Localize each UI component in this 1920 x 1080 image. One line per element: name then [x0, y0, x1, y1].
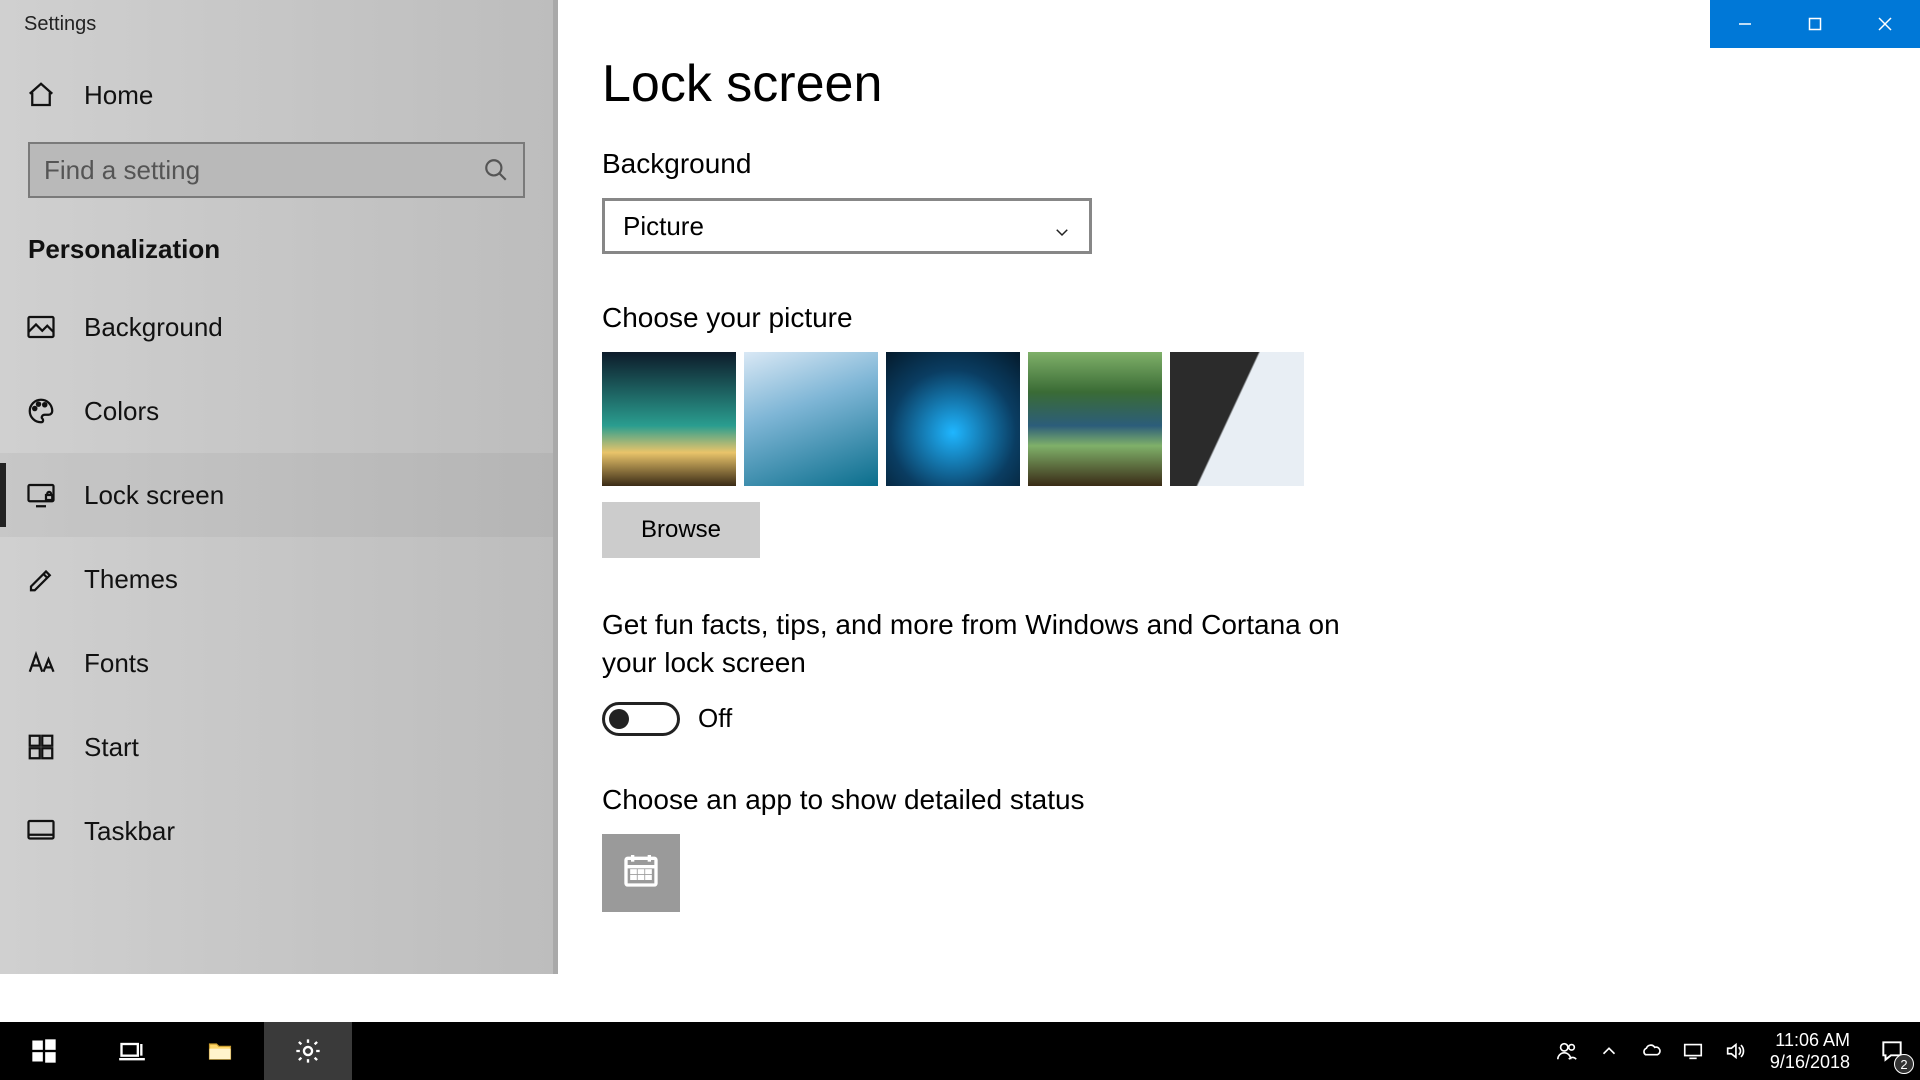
onedrive-tray-icon[interactable]: [1630, 1022, 1672, 1080]
sidebar-item-label: Taskbar: [84, 816, 175, 847]
sidebar-item-background[interactable]: Background: [0, 285, 553, 369]
background-label: Background: [602, 148, 1920, 180]
taskbar-icon: [26, 816, 56, 846]
paint-icon: [26, 564, 56, 594]
volume-tray-icon[interactable]: [1714, 1022, 1756, 1080]
detailed-status-app-tile[interactable]: [602, 834, 680, 912]
sidebar-item-taskbar[interactable]: Taskbar: [0, 789, 553, 873]
sidebar-item-label: Lock screen: [84, 480, 224, 511]
sidebar-item-label: Start: [84, 732, 139, 763]
sidebar-home[interactable]: Home: [0, 56, 553, 134]
sidebar-home-label: Home: [84, 80, 153, 111]
sidebar: Home Personalization Background: [0, 0, 558, 974]
picture-thumbnail[interactable]: [1170, 352, 1304, 486]
sidebar-item-label: Fonts: [84, 648, 149, 679]
lock-monitor-icon: [26, 480, 56, 510]
start-button[interactable]: [0, 1022, 88, 1080]
home-icon: [26, 80, 56, 110]
search-input[interactable]: [44, 155, 483, 186]
taskbar-time: 11:06 AM: [1770, 1029, 1850, 1052]
calendar-icon: [621, 850, 661, 895]
page-title: Lock screen: [602, 54, 1920, 114]
sidebar-item-label: Background: [84, 312, 223, 343]
tray-chevron-icon[interactable]: [1588, 1022, 1630, 1080]
picture-thumbnail[interactable]: [1028, 352, 1162, 486]
display-tray-icon[interactable]: [1672, 1022, 1714, 1080]
picture-thumbnail[interactable]: [602, 352, 736, 486]
image-icon: [26, 312, 56, 342]
taskbar-clock[interactable]: 11:06 AM 9/16/2018: [1756, 1029, 1864, 1074]
people-tray-icon[interactable]: [1546, 1022, 1588, 1080]
sidebar-item-label: Colors: [84, 396, 159, 427]
sidebar-item-colors[interactable]: Colors: [0, 369, 553, 453]
palette-icon: [26, 396, 56, 426]
notification-badge: 2: [1894, 1054, 1914, 1074]
background-dropdown[interactable]: Picture: [602, 198, 1092, 254]
chevron-down-icon: [1053, 217, 1071, 235]
sidebar-item-label: Themes: [84, 564, 178, 595]
file-explorer-button[interactable]: [176, 1022, 264, 1080]
fonts-icon: [26, 648, 56, 678]
picture-thumbnail[interactable]: [886, 352, 1020, 486]
picture-thumbnail[interactable]: [744, 352, 878, 486]
window-title: Settings: [0, 13, 96, 36]
maximize-button[interactable]: [1780, 0, 1850, 48]
minimize-button[interactable]: [1710, 0, 1780, 48]
titlebar: Settings: [0, 0, 1920, 48]
sidebar-item-fonts[interactable]: Fonts: [0, 621, 553, 705]
close-button[interactable]: [1850, 0, 1920, 48]
fun-facts-state: Off: [698, 703, 732, 734]
choose-picture-label: Choose your picture: [602, 302, 1920, 334]
fun-facts-label: Get fun facts, tips, and more from Windo…: [602, 606, 1382, 682]
action-center-button[interactable]: 2: [1864, 1022, 1920, 1080]
taskbar-date: 9/16/2018: [1770, 1051, 1850, 1074]
taskview-button[interactable]: [88, 1022, 176, 1080]
browse-button[interactable]: Browse: [602, 502, 760, 558]
sidebar-item-lock-screen[interactable]: Lock screen: [0, 453, 553, 537]
sidebar-item-themes[interactable]: Themes: [0, 537, 553, 621]
search-icon: [483, 157, 509, 183]
content-pane: Lock screen Background Picture Choose yo…: [558, 0, 1920, 974]
picture-thumbnails: [602, 352, 1920, 486]
settings-taskbar-button[interactable]: [264, 1022, 352, 1080]
detailed-status-label: Choose an app to show detailed status: [602, 784, 1920, 816]
background-value: Picture: [623, 211, 704, 242]
search-box[interactable]: [28, 142, 525, 198]
fun-facts-toggle[interactable]: [602, 702, 680, 736]
sidebar-category: Personalization: [0, 220, 553, 285]
start-grid-icon: [26, 732, 56, 762]
sidebar-item-start[interactable]: Start: [0, 705, 553, 789]
taskbar: 11:06 AM 9/16/2018 2: [0, 1022, 1920, 1080]
